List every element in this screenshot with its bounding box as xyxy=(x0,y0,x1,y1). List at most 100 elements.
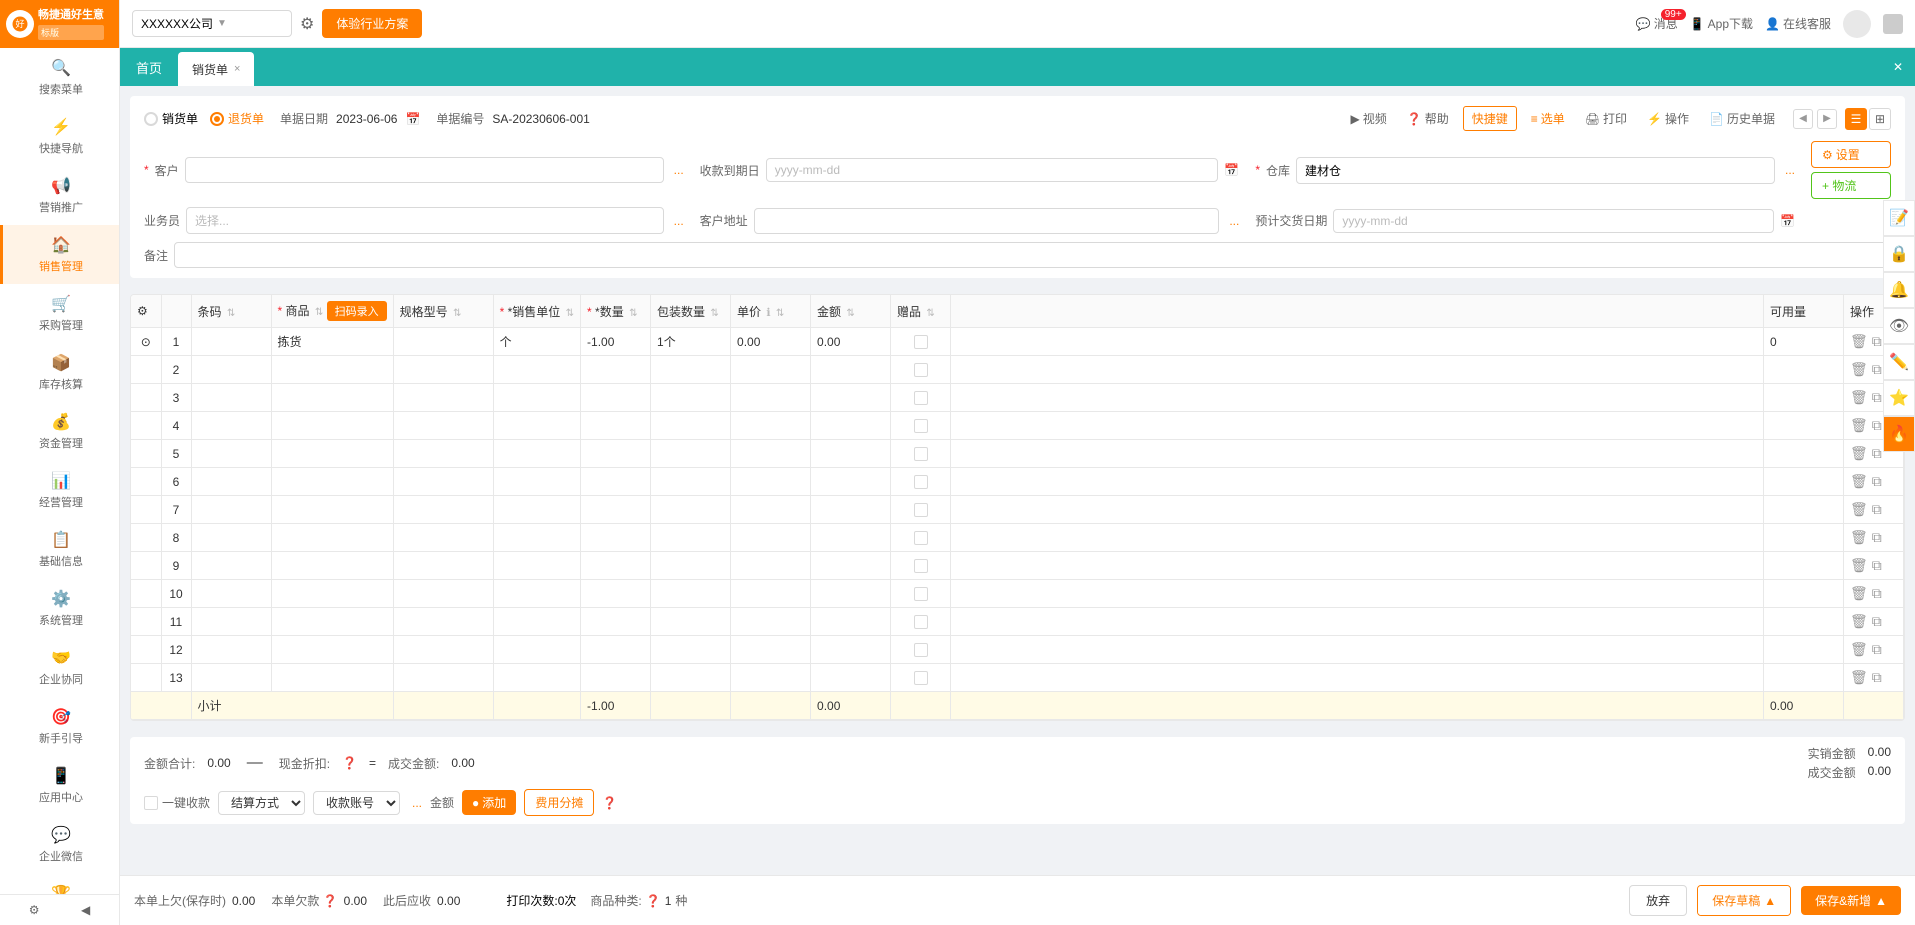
delete-icon[interactable]: 🗑 xyxy=(1850,473,1868,490)
row-gear[interactable] xyxy=(131,356,161,384)
row-amount[interactable] xyxy=(811,664,891,692)
row-amount[interactable] xyxy=(811,524,891,552)
setting-button[interactable]: ⚙ 设置 xyxy=(1811,141,1891,168)
collection-date-input[interactable]: yyyy-mm-dd xyxy=(766,158,1219,182)
remarks-input[interactable] xyxy=(174,242,1891,268)
sidebar-item-basics[interactable]: 📋 基础信息 xyxy=(0,520,119,579)
row-pkgqty[interactable] xyxy=(651,524,731,552)
row-barcode[interactable] xyxy=(191,440,271,468)
delete-icon[interactable]: 🗑 xyxy=(1850,361,1868,378)
row-barcode[interactable] xyxy=(191,356,271,384)
sidebar-item-quicknav[interactable]: ⚡ 快捷导航 xyxy=(0,107,119,166)
view-list-btn[interactable]: ☰ xyxy=(1845,108,1867,130)
account-select[interactable]: 收款账号 xyxy=(313,791,400,815)
expense-button[interactable]: 费用分摊 xyxy=(524,789,594,816)
add-button[interactable]: ● 添加 xyxy=(462,790,516,815)
row-gift[interactable] xyxy=(891,384,951,412)
row-pkgqty[interactable] xyxy=(651,440,731,468)
row-amount[interactable] xyxy=(811,552,891,580)
row-amount[interactable] xyxy=(811,580,891,608)
row-gear[interactable] xyxy=(131,664,161,692)
row-goods[interactable] xyxy=(271,636,393,664)
customer-input[interactable] xyxy=(185,157,664,183)
row-unit[interactable] xyxy=(493,496,580,524)
row-qty[interactable] xyxy=(581,636,651,664)
row-gift[interactable] xyxy=(891,440,951,468)
radio-return[interactable]: 退货单 xyxy=(210,110,264,127)
row-gear[interactable] xyxy=(131,608,161,636)
row1-goods[interactable]: 拣货 xyxy=(271,328,393,356)
account-dots[interactable]: ... xyxy=(412,796,422,810)
copy-icon[interactable]: ⧉ xyxy=(1872,473,1882,490)
price-info-icon[interactable]: ℹ xyxy=(766,307,770,319)
delete-icon[interactable]: 🗑 xyxy=(1850,529,1868,546)
row-spec[interactable] xyxy=(393,468,493,496)
row-pkgqty[interactable] xyxy=(651,412,731,440)
row-barcode[interactable] xyxy=(191,384,271,412)
row-unit[interactable] xyxy=(493,468,580,496)
row-gift[interactable] xyxy=(891,412,951,440)
row-pkgqty[interactable] xyxy=(651,608,731,636)
address-dots[interactable]: ... xyxy=(1229,214,1239,228)
copy-icon[interactable]: ⧉ xyxy=(1872,389,1882,406)
row-goods[interactable] xyxy=(271,524,393,552)
copy-icon[interactable]: ⧉ xyxy=(1872,529,1882,546)
delete-icon[interactable]: 🗑 xyxy=(1850,445,1868,462)
row-barcode[interactable] xyxy=(191,524,271,552)
rfloat-edit[interactable]: ✏️ xyxy=(1883,344,1915,380)
delete-icon[interactable]: 🗑 xyxy=(1850,641,1868,658)
payment-checkbox[interactable] xyxy=(144,796,158,810)
row1-amount[interactable]: 0.00 xyxy=(811,328,891,356)
row-amount[interactable] xyxy=(811,608,891,636)
row-spec[interactable] xyxy=(393,524,493,552)
expense-help-icon[interactable]: ❓ xyxy=(602,796,617,810)
history-btn[interactable]: 📄 历史单据 xyxy=(1703,107,1781,130)
rfloat-view[interactable]: 👁 xyxy=(1883,308,1915,344)
delete-icon[interactable]: 🗑 xyxy=(1850,585,1868,602)
row-gift[interactable] xyxy=(891,608,951,636)
row-barcode[interactable] xyxy=(191,664,271,692)
tab-close-top[interactable]: ✕ xyxy=(1881,48,1915,86)
row-goods[interactable] xyxy=(271,356,393,384)
row-spec[interactable] xyxy=(393,440,493,468)
row-pkgqty[interactable] xyxy=(651,664,731,692)
goods-type-icon[interactable]: ❓ xyxy=(646,894,661,908)
row-unit[interactable] xyxy=(493,356,580,384)
number-value[interactable]: SA-20230606-001 xyxy=(492,112,589,126)
payment-check-label[interactable]: 一键收款 xyxy=(144,794,210,811)
row-gift[interactable] xyxy=(891,552,951,580)
row-price[interactable] xyxy=(731,356,811,384)
row1-pkgqty[interactable]: 1个 xyxy=(651,328,731,356)
sort-icon-price[interactable]: ⇅ xyxy=(776,308,784,319)
delete-icon[interactable]: 🗑 xyxy=(1850,333,1868,350)
row-spec[interactable] xyxy=(393,636,493,664)
collection-date-icon[interactable]: 📅 xyxy=(1224,163,1239,177)
row-unit[interactable] xyxy=(493,440,580,468)
salesperson-dots[interactable]: ... xyxy=(674,214,684,228)
row-qty[interactable] xyxy=(581,664,651,692)
row-unit[interactable] xyxy=(493,636,580,664)
rfloat-star[interactable]: ⭐ xyxy=(1883,380,1915,416)
row-gear[interactable] xyxy=(131,384,161,412)
rfloat-bell[interactable]: 🔔 xyxy=(1883,272,1915,308)
row1-price[interactable]: 0.00 xyxy=(731,328,811,356)
row-gear[interactable] xyxy=(131,496,161,524)
gear-icon[interactable]: ⚙ xyxy=(300,14,314,34)
rfloat-fire[interactable]: 🔥 xyxy=(1883,416,1915,452)
row-unit[interactable] xyxy=(493,412,580,440)
help-btn[interactable]: ❓ 帮助 xyxy=(1401,107,1455,130)
row-spec[interactable] xyxy=(393,356,493,384)
scan-button[interactable]: 扫码录入 xyxy=(327,301,387,321)
warehouse-dots[interactable]: ... xyxy=(1785,163,1795,177)
row-qty[interactable] xyxy=(581,356,651,384)
row-qty[interactable] xyxy=(581,440,651,468)
row-qty[interactable] xyxy=(581,496,651,524)
delete-icon[interactable]: 🗑 xyxy=(1850,557,1868,574)
avatar[interactable] xyxy=(1843,10,1871,38)
date-value[interactable]: 2023-06-06 xyxy=(336,112,397,126)
row-goods[interactable] xyxy=(271,384,393,412)
row-unit[interactable] xyxy=(493,664,580,692)
row-unit[interactable] xyxy=(493,524,580,552)
row-gift[interactable] xyxy=(891,580,951,608)
discard-button[interactable]: 放弃 xyxy=(1629,885,1687,916)
